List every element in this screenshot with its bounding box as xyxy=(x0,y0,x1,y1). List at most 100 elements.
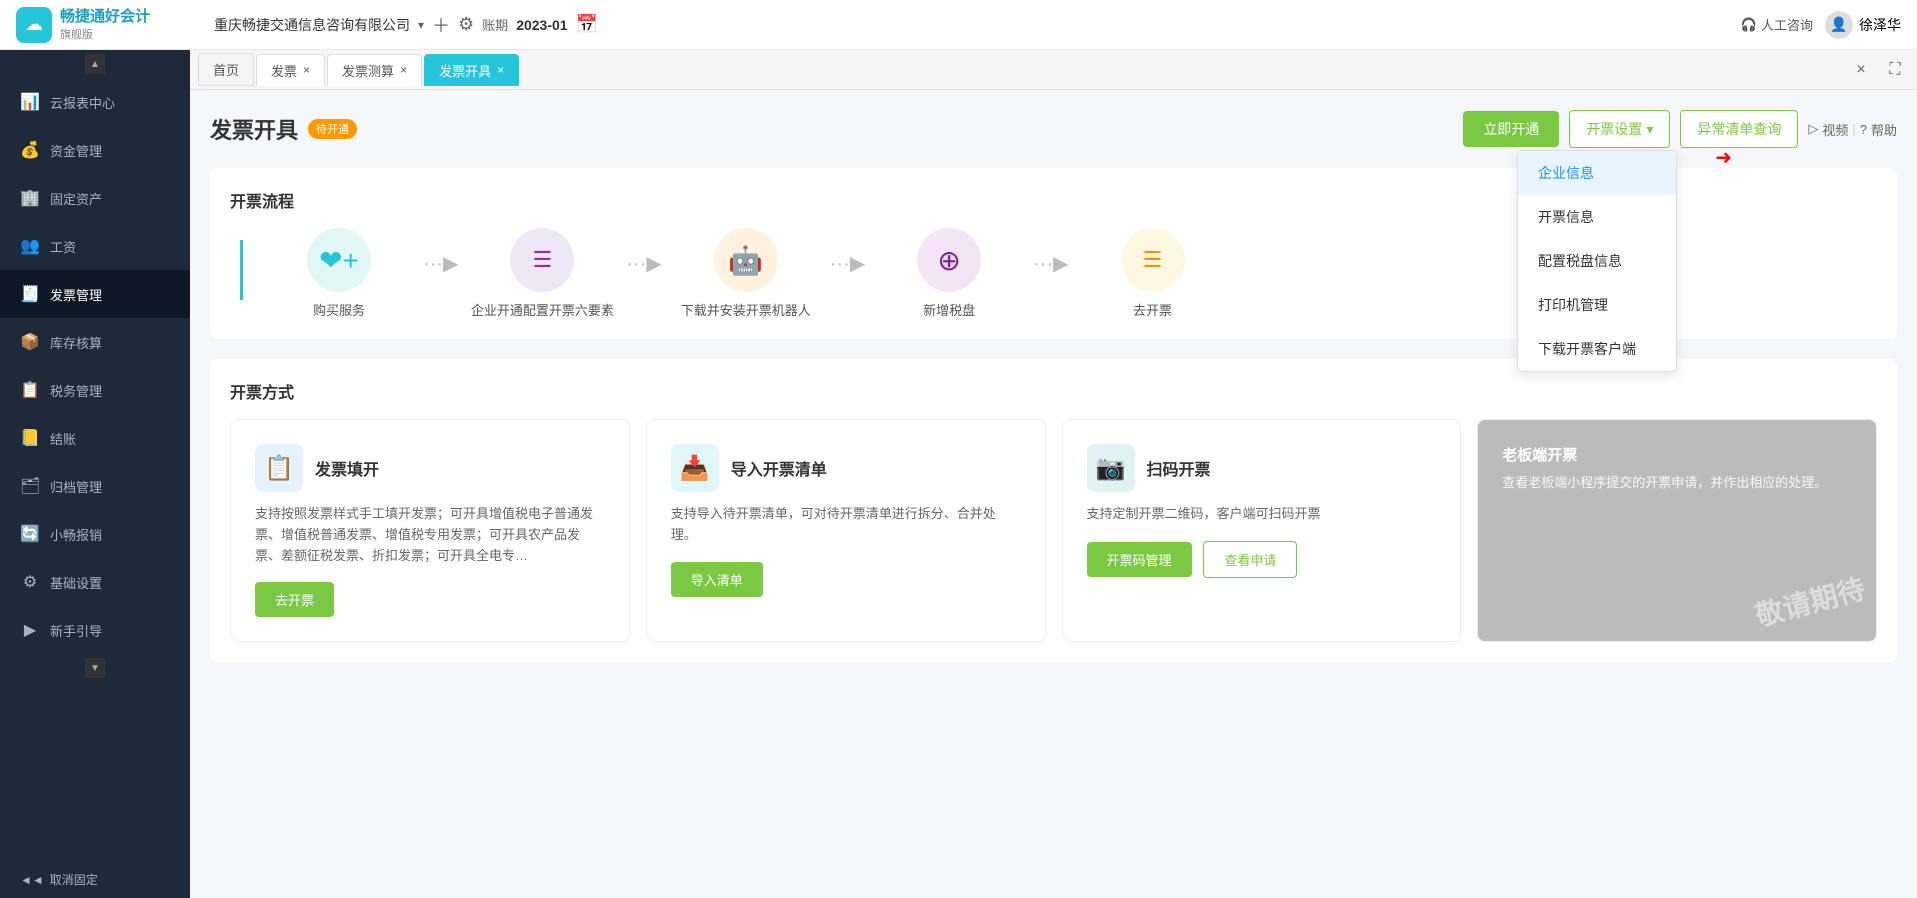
view-apply-button[interactable]: 查看申请 xyxy=(1203,541,1297,578)
sidebar-label-guidang: 归档管理 xyxy=(50,477,102,496)
process-line xyxy=(240,240,243,300)
dropdown-item-kaipiao[interactable]: 开票信息 xyxy=(1518,195,1676,239)
sidebar-item-jichu[interactable]: ⚙ 基础设置 xyxy=(0,558,190,606)
import-title: 导入开票清单 xyxy=(731,456,827,480)
fill-title: 发票填开 xyxy=(315,456,379,480)
sidebar-item-jiezhang[interactable]: 📒 结账 xyxy=(0,414,190,462)
sidebar-item-zijin[interactable]: 💰 资金管理 xyxy=(0,126,190,174)
fapiao-icon: 🧾 xyxy=(20,284,40,304)
sidebar-item-xinshou[interactable]: ▶ 新手引导 xyxy=(0,606,190,654)
activate-button[interactable]: 立即开通 xyxy=(1463,111,1559,147)
addtaxdisk-icon: ⊕ xyxy=(917,228,981,292)
add-company-button[interactable]: ＋ xyxy=(432,12,450,38)
sidebar-item-xiaochang[interactable]: 🔄 小畅报销 xyxy=(0,510,190,558)
process-step-download: 🤖 下载并安装开票机器人 xyxy=(666,228,826,319)
sidebar-item-gongzi[interactable]: 👥 工资 xyxy=(0,222,190,270)
config-label: 企业开通配置开票六要素 xyxy=(471,300,614,319)
settings-button[interactable]: 开票设置 ▾ xyxy=(1569,110,1670,148)
dropdown-item-peizhi[interactable]: 配置税盘信息 xyxy=(1518,239,1676,283)
settings-button[interactable]: ⚙ xyxy=(458,14,474,35)
dropdown-item-printer[interactable]: 打印机管理 xyxy=(1518,283,1676,327)
arrow-4: ···▶ xyxy=(1033,251,1068,276)
zijin-icon: 💰 xyxy=(20,140,40,160)
sidebar-item-shuiwu[interactable]: 📋 税务管理 xyxy=(0,366,190,414)
tab-kaiju[interactable]: 发票开具 × xyxy=(424,54,519,86)
period-label: 账期 xyxy=(482,15,508,34)
dropdown-item-enterprise[interactable]: 企业信息 xyxy=(1518,151,1676,195)
fill-desc: 支持按照发票样式手工填开发票；可开具增值税电子普通发票、增值税普通发票、增值税专… xyxy=(255,504,605,566)
process-step-config: ☰ 企业开通配置开票六要素 xyxy=(462,228,622,319)
method-card-fill: 📋 发票填开 支持按照发票样式手工填开发票；可开具增值税电子普通发票、增值税普通… xyxy=(230,419,630,642)
sidebar-item-gudingzichan[interactable]: 🏢 固定资产 xyxy=(0,174,190,222)
sidebar-label-xinshou: 新手引导 xyxy=(50,621,102,640)
dropdown-item-download[interactable]: 下载开票客户端 xyxy=(1518,327,1676,371)
arrow-1: ···▶ xyxy=(423,251,458,276)
jichu-icon: ⚙ xyxy=(20,572,40,592)
user-info[interactable]: 👤 徐泽华 xyxy=(1825,11,1901,39)
method-card-boss: 老板端开票 查看老板端小程序提交的开票申请，并作出相应的处理。 敬请期待 xyxy=(1477,419,1877,642)
import-icon: 📥 xyxy=(671,444,719,492)
yunbao-icon: 📊 xyxy=(20,92,40,112)
calendar-icon[interactable]: 📅 xyxy=(576,14,598,35)
import-list-button[interactable]: 导入清单 xyxy=(671,562,763,597)
tab-home[interactable]: 首页 xyxy=(198,53,254,86)
buy-label: 购买服务 xyxy=(313,300,365,319)
tab-fapiao[interactable]: 发票 × xyxy=(256,54,325,86)
settings-dropdown: 企业信息 开票信息 配置税盘信息 打印机管理 xyxy=(1517,150,1677,372)
question-icon: ? xyxy=(1860,122,1867,137)
methods-grid: 📋 发票填开 支持按照发票样式手工填开发票；可开具增值税电子普通发票、增值税普通… xyxy=(230,419,1877,642)
xiaochang-icon: 🔄 xyxy=(20,524,40,544)
tab-cesuan[interactable]: 发票测算 × xyxy=(327,54,422,86)
company-dropdown-icon[interactable]: ▾ xyxy=(418,18,424,32)
download-icon: 🤖 xyxy=(714,228,778,292)
status-badge: 待开通 xyxy=(308,119,357,139)
kucun-icon: 📦 xyxy=(20,332,40,352)
method-card-import: 📥 导入开票清单 支持导入待开票清单，可对待开票清单进行拆分、合并处理。 导入清… xyxy=(646,419,1046,642)
settings-chevron-icon: ▾ xyxy=(1646,121,1653,138)
tab-cesuan-close[interactable]: × xyxy=(400,63,407,77)
tab-kaiju-close[interactable]: × xyxy=(497,63,504,77)
sidebar-item-yunbao[interactable]: 📊 云报表中心 xyxy=(0,78,190,126)
tab-fapiao-label: 发票 xyxy=(271,61,297,80)
shuiwu-icon: 📋 xyxy=(20,380,40,400)
sidebar-label-gudingzichan: 固定资产 xyxy=(50,189,102,208)
import-desc: 支持导入待开票清单，可对待开票清单进行拆分、合并处理。 xyxy=(671,504,1021,546)
gudingzichan-icon: 🏢 xyxy=(20,188,40,208)
addtaxdisk-label: 新增税盘 xyxy=(923,300,975,319)
download-label: 下载并安装开票机器人 xyxy=(681,300,811,319)
tab-cesuan-label: 发票测算 xyxy=(342,61,394,80)
video-button[interactable]: ▷ 视频 | ? 帮助 xyxy=(1808,120,1897,139)
abnormal-button[interactable]: 异常清单查询 xyxy=(1680,110,1798,148)
username: 徐泽华 xyxy=(1859,15,1901,35)
buy-icon: ❤+ xyxy=(307,228,371,292)
maximize-button[interactable]: ⛶ xyxy=(1881,56,1909,84)
header-actions: 立即开通 开票设置 ▾ 异常清单查询 ▷ 视频 | ? 帮助 xyxy=(1463,110,1897,148)
scroll-down-button[interactable]: ▼ xyxy=(85,658,105,678)
consult-button[interactable]: 🎧 人工咨询 xyxy=(1741,15,1813,34)
scroll-up-button[interactable]: ▲ xyxy=(85,54,105,74)
sidebar-item-kucun[interactable]: 📦 库存核算 xyxy=(0,318,190,366)
go-invoice-button[interactable]: 去开票 xyxy=(255,582,334,617)
sidebar-item-fapiao[interactable]: 🧾 发票管理 xyxy=(0,270,190,318)
fill-icon: 📋 xyxy=(255,444,303,492)
close-tab-button[interactable]: × xyxy=(1847,56,1875,84)
watermark-text: 敬请期待 xyxy=(1751,568,1870,636)
sidebar-item-guidang[interactable]: 🗂 归档管理 xyxy=(0,462,190,510)
invoice-icon: ☰ xyxy=(1121,228,1185,292)
play-icon: ▷ xyxy=(1808,121,1818,137)
process-step-invoice: ☰ 去开票 xyxy=(1073,228,1233,319)
sidebar-label-zijin: 资金管理 xyxy=(50,141,102,160)
arrow-3: ···▶ xyxy=(830,251,865,276)
cancel-fixed-button[interactable]: ◄◄ 取消固定 xyxy=(0,861,190,898)
method-card-scan: 📷 扫码开票 支持定制开票二维码，客户端可扫码开票 开票码管理 查看申请 xyxy=(1062,419,1462,642)
qr-manage-button[interactable]: 开票码管理 xyxy=(1087,542,1192,577)
tab-fapiao-close[interactable]: × xyxy=(303,63,310,77)
page-title: 发票开具 xyxy=(210,113,298,145)
invoice-label: 去开票 xyxy=(1133,300,1172,319)
config-icon: ☰ xyxy=(510,228,574,292)
sidebar-label-kucun: 库存核算 xyxy=(50,333,102,352)
tab-kaiju-label: 发票开具 xyxy=(439,61,491,80)
scan-title: 扫码开票 xyxy=(1147,456,1211,480)
headset-icon: 🎧 xyxy=(1741,17,1757,33)
methods-section: 开票方式 📋 发票填开 支持按照发票样式手工填开发票；可开具增值税电子普通发票、… xyxy=(210,359,1897,662)
